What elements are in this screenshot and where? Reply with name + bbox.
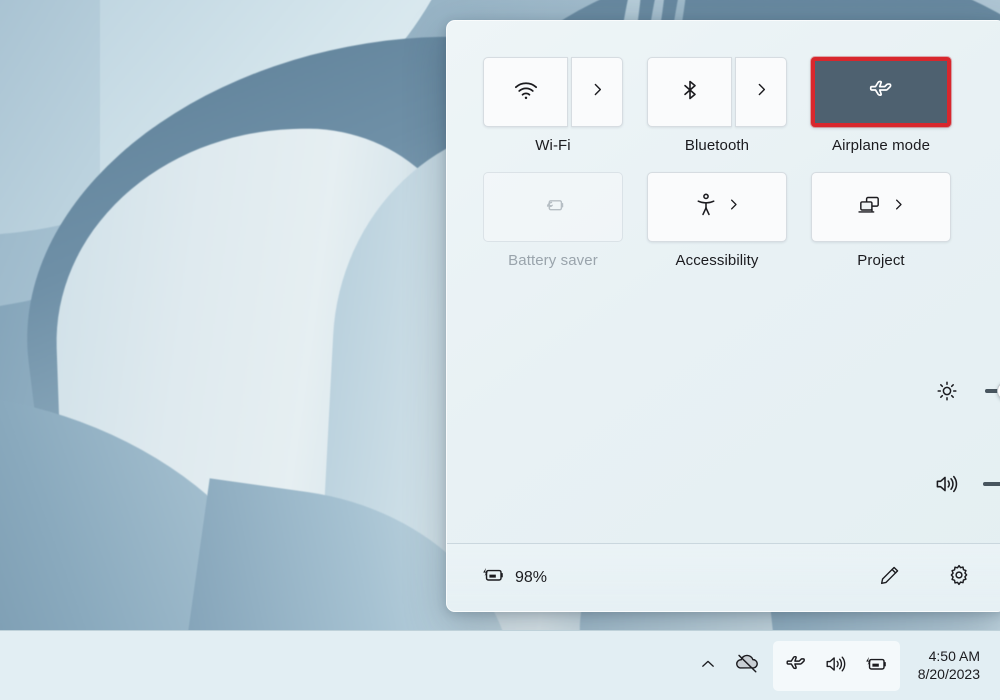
project-label: Project (857, 252, 905, 269)
brightness-icon (927, 379, 967, 403)
bluetooth-toggle-button[interactable] (647, 57, 732, 127)
edit-quick-settings-button[interactable] (873, 562, 905, 594)
quick-setting-bluetooth: Bluetooth (647, 57, 787, 154)
quick-setting-accessibility: Accessibility (647, 172, 787, 269)
volume-slider-row (927, 469, 1000, 498)
bluetooth-label: Bluetooth (684, 137, 750, 154)
quick-settings-footer-actions (873, 562, 975, 594)
gear-settings-icon (947, 563, 971, 592)
quick-setting-wifi: Wi-Fi (483, 57, 623, 154)
brightness-slider-row (927, 379, 1000, 403)
airplane-mode-toggle-button[interactable] (811, 57, 951, 127)
quick-settings-footer: 98% (447, 543, 1000, 611)
bluetooth-expand-button[interactable] (735, 57, 787, 127)
volume-slider[interactable] (983, 472, 1000, 496)
brightness-track[interactable] (985, 381, 1000, 401)
volume-fill (983, 481, 1000, 486)
wifi-label: Wi-Fi (535, 137, 571, 154)
tray-volume-button[interactable] (818, 644, 854, 688)
wifi-tile (483, 57, 623, 127)
volume-track[interactable] (983, 481, 1000, 486)
brightness-thumb[interactable] (996, 381, 1000, 401)
brightness-slider[interactable] (985, 379, 1000, 403)
wifi-toggle-button[interactable] (483, 57, 568, 127)
chevron-right-icon (753, 81, 770, 103)
chevron-right-icon (891, 197, 906, 217)
tray-battery-button[interactable] (858, 644, 895, 688)
project-button[interactable] (811, 172, 951, 242)
battery-saver-label: Battery saver (508, 252, 598, 269)
battery-charging-icon (481, 564, 506, 591)
open-settings-button[interactable] (943, 562, 975, 594)
airplane-mode-label: Airplane mode (831, 137, 931, 154)
accessibility-icon (694, 192, 718, 223)
quick-settings-row-1: Wi-Fi Bluetooth Airplane mode (483, 57, 983, 154)
project-icon (856, 193, 883, 222)
wifi-icon (513, 77, 539, 108)
volume-icon (927, 472, 967, 496)
network-disconnected-icon (735, 651, 760, 681)
quick-settings-tile-grid: Wi-Fi Bluetooth Airplane mode Battery sa… (483, 57, 983, 277)
volume-icon (824, 653, 848, 680)
quick-settings-panel: Wi-Fi Bluetooth Airplane mode Battery sa… (446, 20, 1000, 612)
tray-clock[interactable]: 4:50 AM 8/20/2023 (900, 648, 992, 684)
bluetooth-icon (678, 78, 702, 107)
accessibility-button[interactable] (647, 172, 787, 242)
bluetooth-tile (647, 57, 787, 127)
pencil-edit-icon (878, 564, 901, 592)
quick-settings-row-2: Battery saver Accessibility Project (483, 172, 983, 269)
chevron-right-icon (726, 197, 741, 217)
quick-setting-airplane-mode: Airplane mode (811, 57, 951, 154)
tray-time: 4:50 AM (928, 648, 980, 665)
wifi-expand-button[interactable] (571, 57, 623, 127)
tray-network-button[interactable] (726, 644, 769, 688)
battery-status[interactable]: 98% (481, 564, 547, 591)
tray-date: 8/20/2023 (917, 666, 980, 682)
battery-saver-toggle-button[interactable] (483, 172, 623, 242)
accessibility-label: Accessibility (675, 252, 759, 269)
quick-setting-battery-saver: Battery saver (483, 172, 623, 269)
battery-saver-icon (539, 192, 567, 223)
system-tray: 4:50 AM 8/20/2023 (690, 631, 992, 700)
chevron-up-icon (699, 655, 717, 678)
battery-charging-icon (864, 653, 889, 680)
tray-airplane-button[interactable] (778, 644, 814, 688)
battery-percent-label: 98% (515, 568, 548, 586)
taskbar: 4:50 AM 8/20/2023 (0, 630, 1000, 700)
airplane-icon (867, 76, 895, 109)
tray-overflow-button[interactable] (690, 644, 726, 688)
screen: Wi-Fi Bluetooth Airplane mode Battery sa… (0, 0, 1000, 700)
airplane-icon (784, 652, 808, 681)
chevron-right-icon (589, 81, 606, 103)
tray-status-icons[interactable] (772, 641, 900, 691)
quick-setting-project: Project (811, 172, 951, 269)
